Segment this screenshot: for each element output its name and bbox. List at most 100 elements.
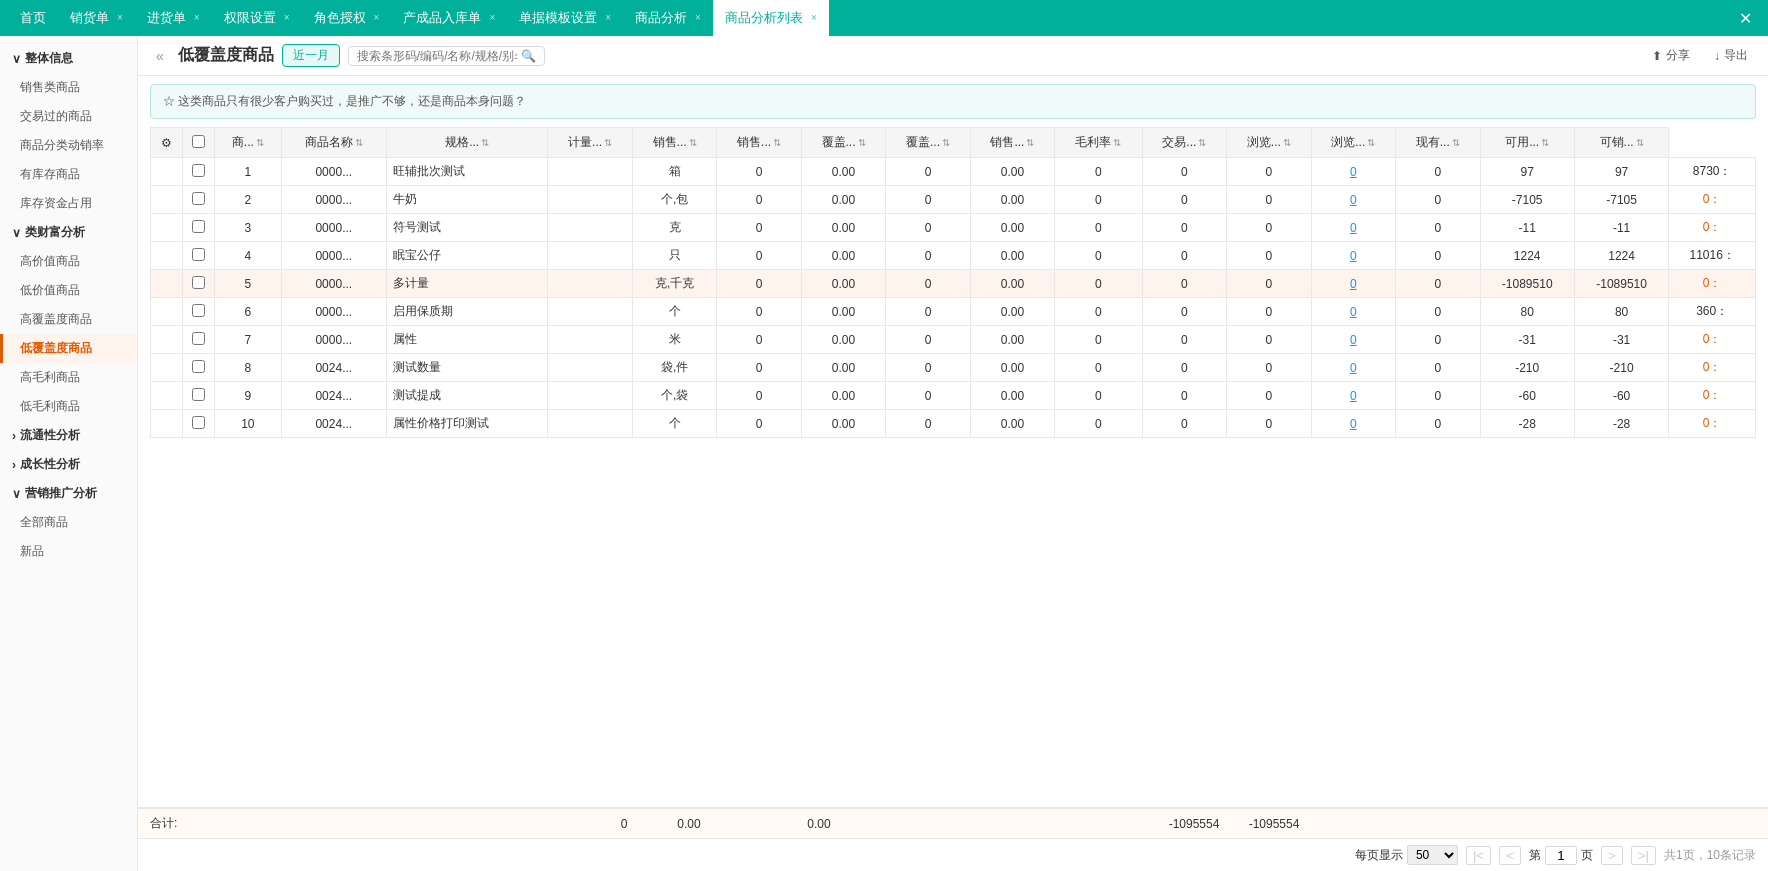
cell-views1[interactable]: 0 — [1311, 214, 1395, 242]
th-current-stock[interactable]: 现有...⇅ — [1396, 128, 1480, 158]
th-sales-amount[interactable]: 销售...⇅ — [717, 128, 801, 158]
views-link[interactable]: 0 — [1350, 417, 1357, 431]
nav-close-icon-active[interactable]: × — [811, 0, 817, 36]
export-button[interactable]: ↓ 导出 — [1706, 45, 1756, 66]
row-checkbox[interactable] — [192, 220, 205, 233]
sidebar-item-new-products[interactable]: 新品 — [0, 537, 137, 566]
th-name[interactable]: 商品名称⇅ — [281, 128, 386, 158]
th-coverage2[interactable]: 覆盖...⇅ — [886, 128, 970, 158]
th-gross-margin[interactable]: 毛利率⇅ — [1055, 128, 1142, 158]
nav-finished-goods[interactable]: 产成品入库单 × — [391, 0, 507, 36]
date-filter-button[interactable]: 近一月 — [282, 44, 340, 67]
row-checkbox[interactable] — [192, 332, 205, 345]
nav-close-icon[interactable]: × — [284, 0, 290, 36]
collapse-sidebar-button[interactable]: « — [150, 46, 170, 66]
nav-close-icon[interactable]: × — [489, 0, 495, 36]
cell-views1[interactable]: 0 — [1311, 354, 1395, 382]
th-checkbox[interactable] — [183, 128, 215, 158]
nav-role-auth[interactable]: 角色授权 × — [302, 0, 392, 36]
row-checkbox[interactable] — [192, 360, 205, 373]
window-close-button[interactable]: ✕ — [1731, 9, 1760, 28]
views-link[interactable]: 0 — [1350, 333, 1357, 347]
cell-views1[interactable]: 0 — [1311, 270, 1395, 298]
share-button[interactable]: ⬆ 分享 — [1644, 45, 1698, 66]
cell-checkbox[interactable] — [183, 410, 215, 438]
row-checkbox[interactable] — [192, 192, 205, 205]
views-link[interactable]: 0 — [1350, 361, 1357, 375]
sidebar-item-high-gross-margin[interactable]: 高毛利商品 — [0, 363, 137, 392]
nav-template-settings[interactable]: 单据模板设置 × — [507, 0, 623, 36]
search-input[interactable] — [357, 49, 517, 63]
th-available[interactable]: 可用...⇅ — [1480, 128, 1574, 158]
first-page-button[interactable]: |< — [1466, 846, 1491, 865]
page-number-input[interactable] — [1545, 846, 1577, 865]
views-link[interactable]: 0 — [1350, 249, 1357, 263]
search-icon[interactable]: 🔍 — [521, 49, 536, 63]
last-page-button[interactable]: >| — [1631, 846, 1656, 865]
th-unit[interactable]: 计量...⇅ — [548, 128, 632, 158]
nav-close-icon[interactable]: × — [194, 0, 200, 36]
cell-checkbox[interactable] — [183, 326, 215, 354]
sidebar-item-stocked-products[interactable]: 有库存商品 — [0, 160, 137, 189]
th-sales-qty[interactable]: 销售...⇅ — [632, 128, 716, 158]
th-views1[interactable]: 浏览...⇅ — [1227, 128, 1311, 158]
nav-home[interactable]: 首页 — [8, 0, 58, 36]
row-checkbox[interactable] — [192, 164, 205, 177]
th-views2[interactable]: 浏览...⇅ — [1311, 128, 1395, 158]
row-checkbox[interactable] — [192, 388, 205, 401]
cell-checkbox[interactable] — [183, 270, 215, 298]
views-link[interactable]: 0 — [1350, 305, 1357, 319]
nav-product-analysis[interactable]: 商品分析 × — [623, 0, 713, 36]
nav-close-icon[interactable]: × — [117, 0, 123, 36]
cell-views1[interactable]: 0 — [1311, 298, 1395, 326]
nav-permissions[interactable]: 权限设置 × — [212, 0, 302, 36]
cell-checkbox[interactable] — [183, 242, 215, 270]
row-checkbox[interactable] — [192, 304, 205, 317]
sidebar-item-low-coverage[interactable]: 低覆盖度商品 — [0, 334, 137, 363]
row-checkbox[interactable] — [192, 248, 205, 261]
sidebar-group-marketing-analysis[interactable]: ∨ 营销推广分析 — [0, 479, 137, 508]
sidebar-item-all-products[interactable]: 全部商品 — [0, 508, 137, 537]
sidebar-group-overall-info[interactable]: ∨ 整体信息 — [0, 44, 137, 73]
sidebar-group-growth-analysis[interactable]: › 成长性分析 — [0, 450, 137, 479]
sidebar-item-traded-products[interactable]: 交易过的商品 — [0, 102, 137, 131]
nav-product-analysis-list[interactable]: 商品分析列表 × — [713, 0, 829, 36]
per-page-select[interactable]: 50 20 100 200 — [1407, 845, 1458, 865]
row-checkbox[interactable] — [192, 276, 205, 289]
cell-checkbox[interactable] — [183, 382, 215, 410]
views-link[interactable]: 0 — [1350, 277, 1357, 291]
cell-views1[interactable]: 0 — [1311, 186, 1395, 214]
cell-views1[interactable]: 0 — [1311, 410, 1395, 438]
cell-checkbox[interactable] — [183, 298, 215, 326]
nav-close-icon[interactable]: × — [374, 0, 380, 36]
sidebar-group-wealth-analysis[interactable]: ∨ 类财富分析 — [0, 218, 137, 247]
views-link[interactable]: 0 — [1350, 165, 1357, 179]
sidebar-group-liquidity-analysis[interactable]: › 流通性分析 — [0, 421, 137, 450]
nav-sales-order[interactable]: 销货单 × — [58, 0, 135, 36]
prev-page-button[interactable]: < — [1499, 846, 1521, 865]
select-all-checkbox[interactable] — [192, 135, 205, 148]
nav-close-icon[interactable]: × — [695, 0, 701, 36]
next-page-button[interactable]: > — [1601, 846, 1623, 865]
cell-checkbox[interactable] — [183, 158, 215, 186]
cell-checkbox[interactable] — [183, 186, 215, 214]
views-link[interactable]: 0 — [1350, 193, 1357, 207]
views-link[interactable]: 0 — [1350, 221, 1357, 235]
sidebar-item-low-gross-margin[interactable]: 低毛利商品 — [0, 392, 137, 421]
cell-checkbox[interactable] — [183, 214, 215, 242]
sidebar-item-category-sales-rate[interactable]: 商品分类动销率 — [0, 131, 137, 160]
sidebar-item-sales-products[interactable]: 销售类商品 — [0, 73, 137, 102]
th-sales3[interactable]: 销售...⇅ — [970, 128, 1054, 158]
sidebar-item-low-value[interactable]: 低价值商品 — [0, 276, 137, 305]
cell-checkbox[interactable] — [183, 354, 215, 382]
sidebar-item-high-value[interactable]: 高价值商品 — [0, 247, 137, 276]
th-coverage1[interactable]: 覆盖...⇅ — [801, 128, 885, 158]
views-link[interactable]: 0 — [1350, 389, 1357, 403]
row-checkbox[interactable] — [192, 416, 205, 429]
th-transactions[interactable]: 交易...⇅ — [1142, 128, 1226, 158]
cell-views1[interactable]: 0 — [1311, 326, 1395, 354]
th-settings[interactable]: ⚙ — [151, 128, 183, 158]
th-sellable[interactable]: 可销...⇅ — [1574, 128, 1668, 158]
sidebar-item-inventory-capital[interactable]: 库存资金占用 — [0, 189, 137, 218]
sidebar-item-high-coverage[interactable]: 高覆盖度商品 — [0, 305, 137, 334]
